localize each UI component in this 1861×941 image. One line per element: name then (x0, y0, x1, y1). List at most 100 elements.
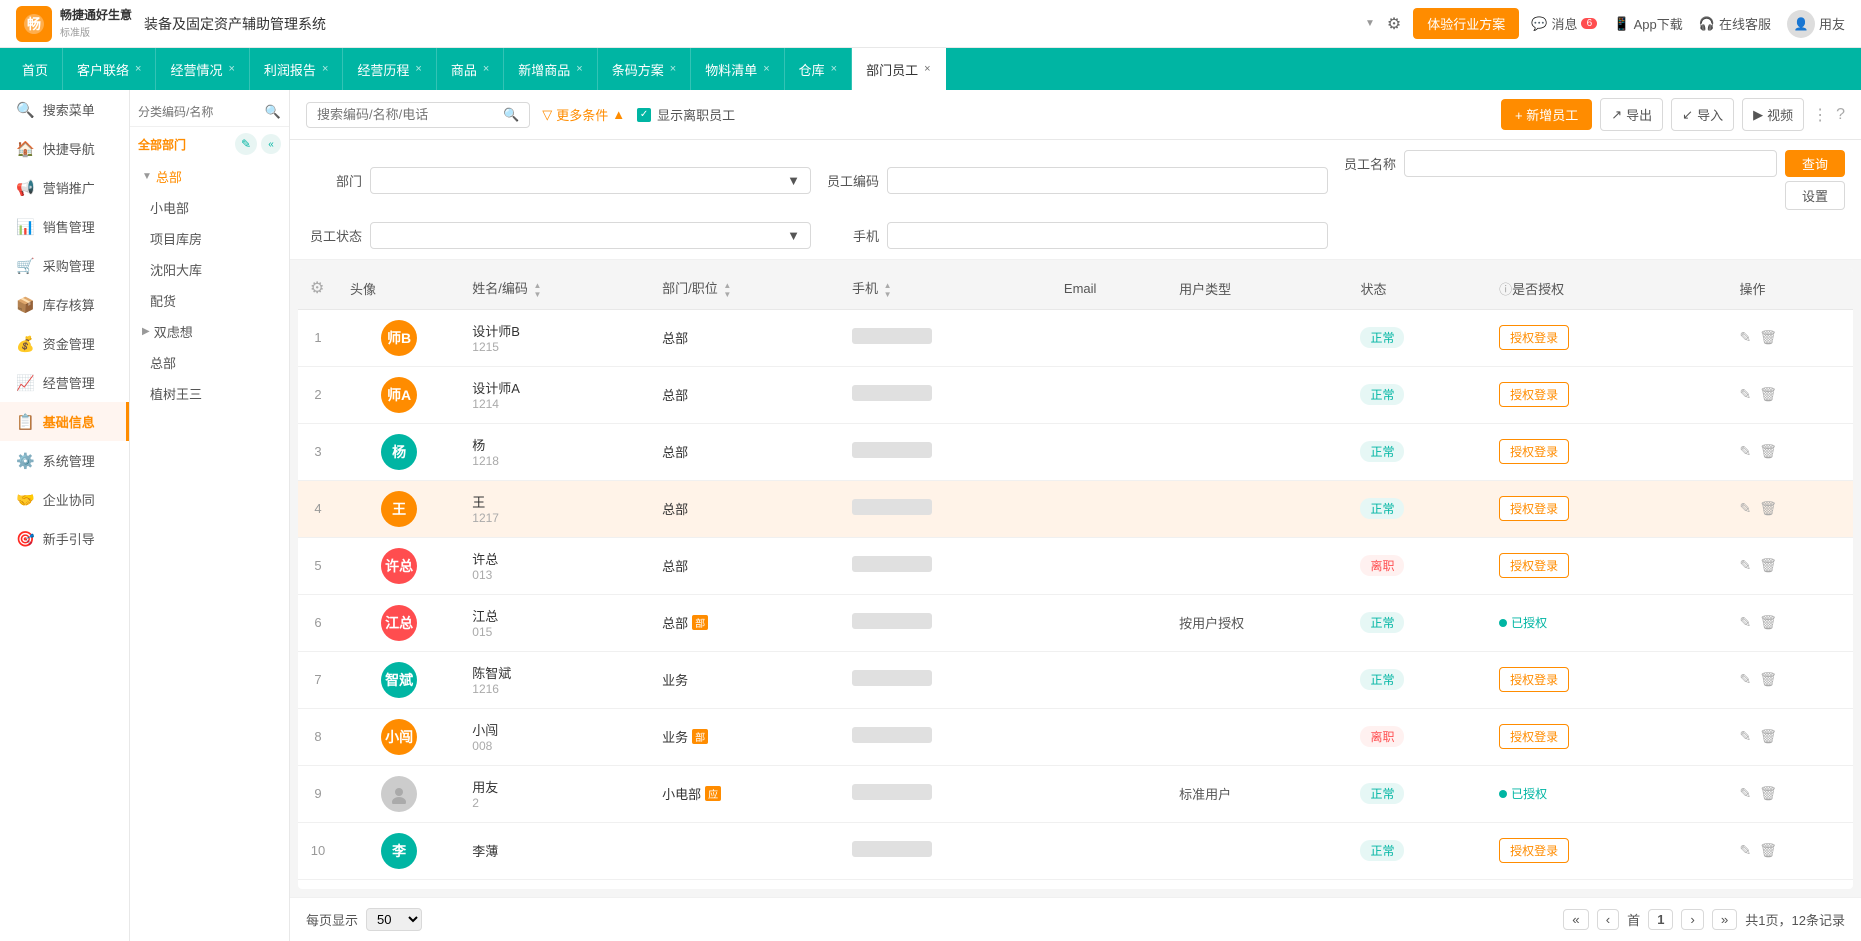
empname-filter-input[interactable] (1404, 150, 1777, 177)
sidebar-item-ops[interactable]: 📈 经营管理 (0, 363, 129, 402)
edit-btn[interactable]: ✎ (1740, 386, 1752, 403)
nav-ops[interactable]: 经营情况× (156, 48, 249, 90)
sidebar-item-shortcut[interactable]: 🏠 快捷导航 (0, 129, 129, 168)
trial-btn[interactable]: 体验行业方案 (1413, 8, 1519, 39)
delete-btn[interactable]: 🗑 (1759, 500, 1777, 517)
dept-filter-select[interactable]: ▼ (370, 167, 811, 194)
auth-btn[interactable]: 授权登录 (1499, 553, 1569, 578)
export-btn[interactable]: ↗ 导出 (1600, 98, 1663, 131)
auth-btn[interactable]: 授权登录 (1499, 325, 1569, 350)
phone-filter-input[interactable] (887, 222, 1328, 249)
sidebar-item-system[interactable]: ⚙️ 系统管理 (0, 441, 129, 480)
sidebar-item-marketing[interactable]: 📢 营销推广 (0, 168, 129, 207)
dept-item-peihuo[interactable]: 配货 (130, 285, 289, 316)
nav-history[interactable]: 经营历程× (343, 48, 436, 90)
sidebar-item-inventory[interactable]: 📦 库存核算 (0, 285, 129, 324)
edit-btn[interactable]: ✎ (1740, 557, 1752, 574)
avatar-badge (381, 776, 417, 812)
dept-item-project[interactable]: 项目库房 (130, 223, 289, 254)
dept-item-xiaodian[interactable]: 小电部 (130, 192, 289, 223)
auth-btn[interactable]: 授权登录 (1499, 724, 1569, 749)
dept-item-zhishu[interactable]: 植树王三 (130, 378, 289, 409)
nav-add-goods[interactable]: 新增商品× (504, 48, 597, 90)
prev-page-btn[interactable]: ‹ (1597, 909, 1619, 930)
auth-btn[interactable]: 授权登录 (1499, 382, 1569, 407)
user-btn[interactable]: 👤 用友 (1787, 10, 1845, 38)
empcode-filter-input[interactable] (887, 167, 1328, 194)
dept-item-shenyang[interactable]: 沈阳大库 (130, 254, 289, 285)
edit-btn[interactable]: ✎ (1740, 443, 1752, 460)
sidebar-item-basic[interactable]: 📋 基础信息 (0, 402, 129, 441)
nav-goods[interactable]: 商品× (437, 48, 504, 90)
logo-area: 畅 畅捷通好生意 标准版 (16, 6, 132, 42)
dept-sort-icon[interactable]: ▲▼ (723, 281, 731, 299)
sidebar-item-collab[interactable]: 🤝 企业协同 (0, 480, 129, 519)
show-resigned-toggle[interactable]: ✓ 显示离职员工 (637, 105, 735, 124)
delete-btn[interactable]: 🗑 (1759, 386, 1777, 403)
sidebar-item-finance[interactable]: 💰 资金管理 (0, 324, 129, 363)
more-options-icon[interactable]: ⋮ (1812, 105, 1828, 125)
delete-btn[interactable]: 🗑 (1759, 671, 1777, 688)
search-input[interactable] (317, 107, 497, 122)
auth-btn[interactable]: 授权登录 (1499, 667, 1569, 692)
cell-status: 离职 (1348, 708, 1487, 765)
per-page-select[interactable]: 50 100 (366, 908, 422, 931)
delete-btn[interactable]: 🗑 (1759, 557, 1777, 574)
shortcut-icon: 🏠 (16, 140, 35, 158)
help-icon[interactable]: ? (1836, 106, 1845, 124)
more-filters-btn[interactable]: ▽ 更多条件 ▲ (542, 105, 625, 124)
delete-btn[interactable]: 🗑 (1759, 842, 1777, 859)
dept-search-input[interactable] (138, 105, 265, 119)
delete-btn[interactable]: 🗑 (1759, 728, 1777, 745)
edit-btn[interactable]: ✎ (1740, 329, 1752, 346)
nav-dept-staff[interactable]: 部门员工× (852, 48, 945, 90)
edit-btn[interactable]: ✎ (1740, 785, 1752, 802)
query-btn[interactable]: 查询 (1785, 150, 1845, 177)
delete-btn[interactable]: 🗑 (1759, 614, 1777, 631)
nav-barcode[interactable]: 条码方案× (598, 48, 691, 90)
sidebar-item-guide[interactable]: 🎯 新手引导 (0, 519, 129, 558)
sidebar-item-search[interactable]: 🔍 搜索菜单 (0, 90, 129, 129)
edit-btn[interactable]: ✎ (1740, 614, 1752, 631)
import-btn[interactable]: ↙ 导入 (1671, 98, 1734, 131)
delete-btn[interactable]: 🗑 (1759, 443, 1777, 460)
delete-btn[interactable]: 🗑 (1759, 785, 1777, 802)
sidebar-item-purchase[interactable]: 🛒 采购管理 (0, 246, 129, 285)
auth-btn[interactable]: 授权登录 (1499, 439, 1569, 464)
message-btn[interactable]: 💬 消息 6 (1531, 14, 1597, 33)
phone-sort-icon[interactable]: ▲▼ (884, 281, 892, 299)
auth-btn[interactable]: 授权登录 (1499, 496, 1569, 521)
name-sort-icon[interactable]: ▲▼ (534, 281, 542, 299)
nav-bom[interactable]: 物料清单× (691, 48, 784, 90)
auth-btn[interactable]: 授权登录 (1499, 838, 1569, 863)
next-page-btn[interactable]: › (1681, 909, 1703, 930)
edit-btn[interactable]: ✎ (1740, 728, 1752, 745)
first-page-btn[interactable]: « (1563, 909, 1588, 930)
dept-edit-btn[interactable]: ✎ (235, 133, 257, 155)
table-settings-icon[interactable]: ⚙ (310, 280, 324, 297)
edit-btn[interactable]: ✎ (1740, 842, 1752, 859)
settings-icon[interactable]: ⚙ (1387, 14, 1401, 34)
edit-btn[interactable]: ✎ (1740, 671, 1752, 688)
status-filter-select[interactable]: ▼ (370, 222, 811, 249)
online-service-btn[interactable]: 🎧 在线客服 (1699, 14, 1771, 33)
cell-name: 许总 013 (460, 537, 650, 594)
add-employee-btn[interactable]: + 新增员工 (1501, 99, 1592, 130)
nav-customer[interactable]: 客户联络× (63, 48, 156, 90)
system-title-dropdown[interactable]: ▼ (1365, 18, 1375, 29)
view-btn[interactable]: ▶ 视频 (1742, 98, 1804, 131)
nav-home[interactable]: 首页 (8, 48, 63, 90)
dept-item-zonbu-parent[interactable]: ▼ 总部 (130, 161, 289, 192)
dept-item-zonbu2[interactable]: 总部 (130, 347, 289, 378)
nav-profit[interactable]: 利润报告× (250, 48, 343, 90)
dept-item-shuangluxiang[interactable]: ▶ 双虑想 (130, 316, 289, 347)
edit-btn[interactable]: ✎ (1740, 500, 1752, 517)
set-btn[interactable]: 设置 (1785, 181, 1845, 210)
app-download-btn[interactable]: 📱 App下载 (1613, 14, 1682, 33)
all-dept-label[interactable]: 全部部门 (138, 136, 186, 153)
dept-collapse-btn[interactable]: « (261, 134, 281, 154)
sidebar-item-sales[interactable]: 📊 销售管理 (0, 207, 129, 246)
delete-btn[interactable]: 🗑 (1759, 329, 1777, 346)
last-page-btn[interactable]: » (1712, 909, 1737, 930)
nav-warehouse[interactable]: 仓库× (785, 48, 852, 90)
